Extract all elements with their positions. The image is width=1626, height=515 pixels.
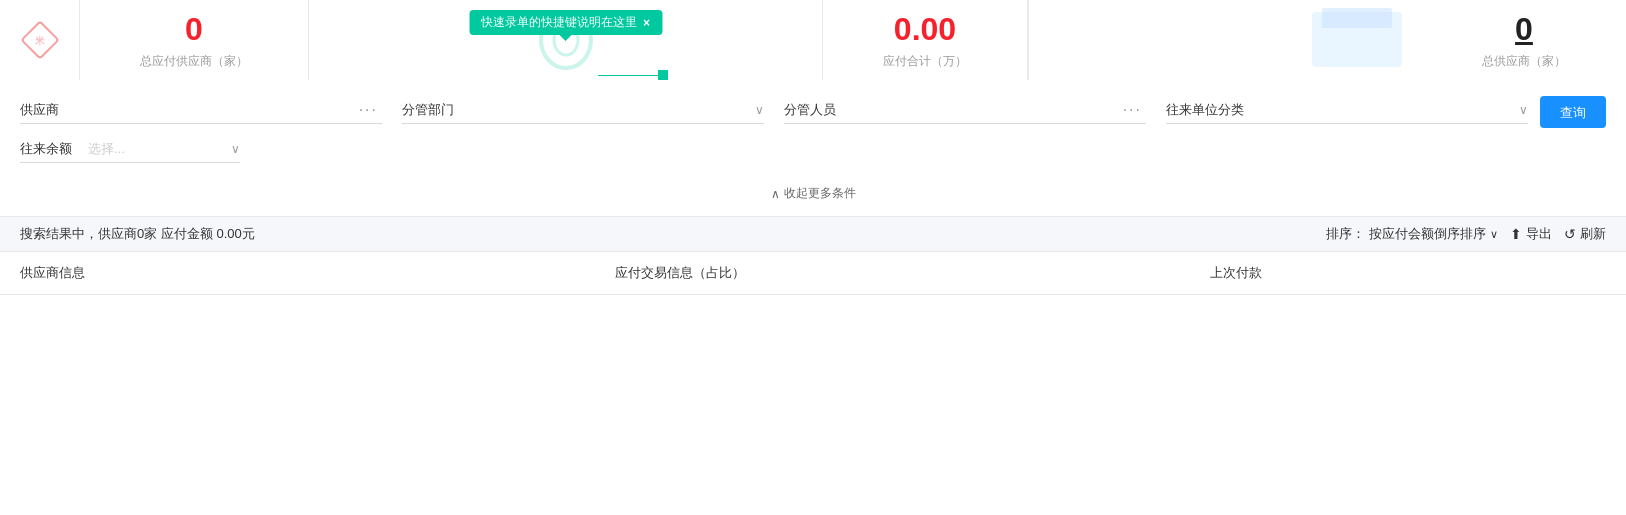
- supplier-label: 供应商: [20, 101, 59, 119]
- unit-category-label: 往来单位分类: [1166, 101, 1244, 119]
- export-label: 导出: [1526, 225, 1552, 243]
- collapse-button[interactable]: ∧ 收起更多条件: [755, 181, 872, 206]
- tooltip-close[interactable]: ×: [643, 16, 650, 30]
- person-input[interactable]: [844, 102, 1119, 117]
- sort-label: 排序：: [1326, 225, 1365, 243]
- svg-text:米: 米: [35, 35, 45, 46]
- collapse-bar: ∧ 收起更多条件: [20, 175, 1606, 216]
- search-row-2: 往来余额 选择... ∨: [20, 140, 1606, 163]
- person-label: 分管人员: [784, 101, 836, 119]
- result-bar: 搜索结果中，供应商0家 应付金额 0.00元 排序： 按应付会额倒序排序 ∨ ⬆…: [0, 217, 1626, 252]
- dept-label: 分管部门: [402, 101, 454, 119]
- refresh-button[interactable]: ↺ 刷新: [1564, 225, 1606, 243]
- stat-payable-suppliers: 0 总应付供应商（家）: [80, 0, 309, 80]
- total-suppliers-number: 0: [1515, 10, 1533, 48]
- query-button[interactable]: 查询: [1540, 96, 1606, 128]
- table-header: 供应商信息 应付交易信息（占比） 上次付款: [0, 252, 1626, 295]
- col-transaction-label: 应付交易信息（占比）: [615, 265, 745, 280]
- export-icon: ⬆: [1510, 226, 1522, 242]
- col-supplier-label: 供应商信息: [20, 265, 85, 280]
- stat-total-suppliers: 0 总供应商（家）: [1422, 0, 1626, 80]
- tooltip-line: [598, 75, 658, 76]
- refresh-label: 刷新: [1580, 225, 1606, 243]
- export-button[interactable]: ⬆ 导出: [1510, 225, 1552, 243]
- sort-arrow-icon: ∨: [1490, 228, 1498, 241]
- balance-placeholder: 选择...: [88, 140, 125, 158]
- stat-payable-total: 0.00 应付合计（万）: [823, 0, 1028, 80]
- unit-category-arrow-icon[interactable]: ∨: [1519, 103, 1528, 117]
- unit-category-field: 往来单位分类 ∨: [1166, 101, 1528, 124]
- refresh-icon: ↺: [1564, 226, 1576, 242]
- sort-value: 按应付会额倒序排序: [1369, 225, 1486, 243]
- table-body: [0, 295, 1626, 515]
- balance-field: 往来余额 选择... ∨: [20, 140, 240, 163]
- person-dots-icon[interactable]: ···: [1119, 101, 1146, 119]
- balance-arrow-icon[interactable]: ∨: [231, 142, 240, 156]
- result-actions: 排序： 按应付会额倒序排序 ∨ ⬆ 导出 ↺ 刷新: [1326, 225, 1606, 243]
- tooltip-text: 快速录单的快捷键说明在这里: [481, 14, 637, 31]
- stat-bg-area: [1028, 0, 1422, 80]
- payable-total-label: 应付合计（万）: [883, 53, 967, 70]
- supplier-input[interactable]: [67, 102, 355, 117]
- search-area: 供应商 ··· 分管部门 ∨ 分管人员 ··· 往来单位分类 ∨ 查询 往来余额: [0, 80, 1626, 217]
- col-last-pay-label: 上次付款: [1210, 265, 1262, 280]
- top-stats-bar: 米 0 总应付供应商（家） 快速录单的快捷键说明在这里 × 0.00 应付合计（…: [0, 0, 1626, 80]
- stat-icon-area: 快速录单的快捷键说明在这里 ×: [309, 0, 823, 80]
- payable-total-number: 0.00: [894, 10, 956, 48]
- tooltip-indicator: [598, 70, 668, 80]
- supplier-field: 供应商 ···: [20, 101, 382, 124]
- unit-category-input[interactable]: [1252, 102, 1519, 117]
- total-suppliers-label: 总供应商（家）: [1482, 53, 1566, 70]
- person-field: 分管人员 ···: [784, 101, 1146, 124]
- balance-label: 往来余额: [20, 140, 72, 158]
- payable-suppliers-label: 总应付供应商（家）: [140, 53, 248, 70]
- bg-rect-2: [1322, 8, 1392, 28]
- collapse-label: 收起更多条件: [784, 185, 856, 202]
- dept-input[interactable]: [462, 102, 755, 117]
- dept-field: 分管部门 ∨: [402, 101, 764, 124]
- payable-suppliers-number: 0: [185, 10, 203, 48]
- col-transaction-header: 应付交易信息（占比）: [615, 264, 1210, 282]
- search-row-1: 供应商 ··· 分管部门 ∨ 分管人员 ··· 往来单位分类 ∨ 查询: [20, 96, 1606, 128]
- result-info-text: 搜索结果中，供应商0家 应付金额 0.00元: [20, 225, 255, 243]
- chevron-up-icon: ∧: [771, 187, 780, 201]
- sort-select[interactable]: 排序： 按应付会额倒序排序 ∨: [1326, 225, 1498, 243]
- logo-area: 米: [0, 0, 80, 80]
- dept-arrow-icon[interactable]: ∨: [755, 103, 764, 117]
- col-last-pay-header: 上次付款: [1210, 264, 1607, 282]
- col-supplier-header: 供应商信息: [20, 264, 615, 282]
- tooltip-banner: 快速录单的快捷键说明在这里 ×: [469, 10, 662, 35]
- supplier-dots-icon[interactable]: ···: [355, 101, 382, 119]
- diamond-logo-icon: 米: [15, 15, 65, 65]
- tooltip-dot: [658, 70, 668, 80]
